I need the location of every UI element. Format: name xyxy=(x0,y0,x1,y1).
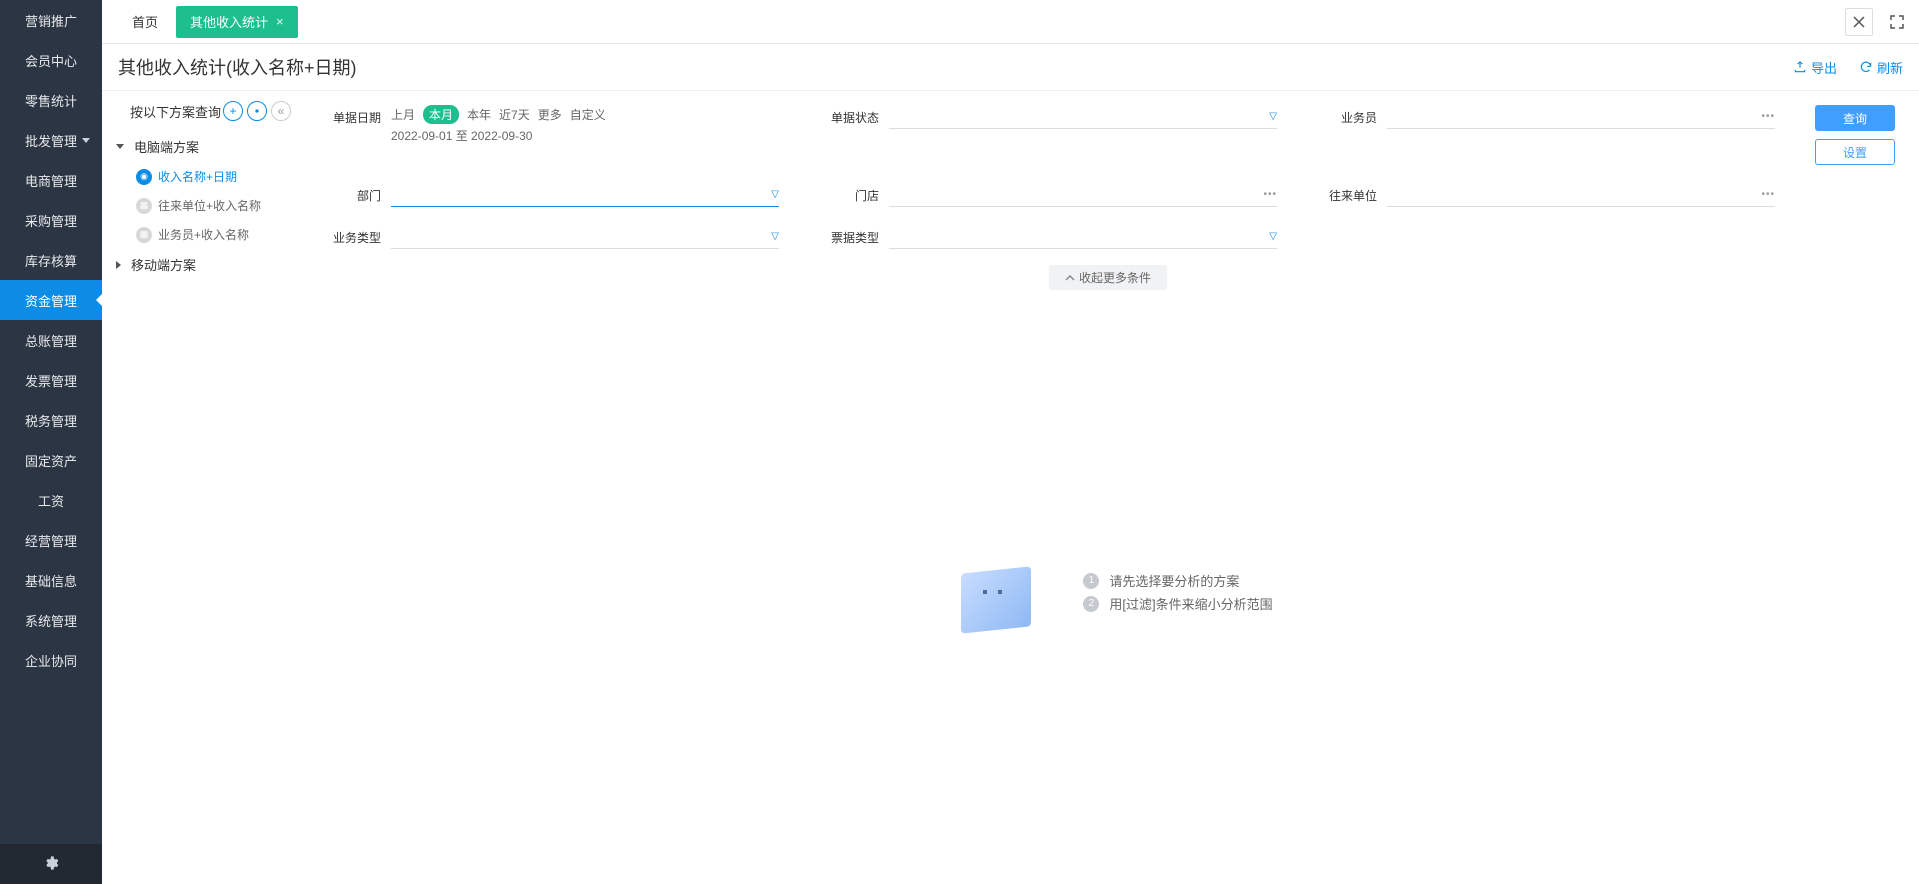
date-tag[interactable]: 近7天 xyxy=(499,106,530,123)
scheme-group[interactable]: 电脑端方案 xyxy=(112,131,291,162)
store-picker[interactable]: ••• xyxy=(889,183,1277,207)
sidebar-item-assets[interactable]: 固定资产 xyxy=(0,440,102,480)
sidebar-item-tax[interactable]: 税务管理 xyxy=(0,400,102,440)
empty-illustration xyxy=(943,542,1053,642)
export-icon xyxy=(1793,60,1807,74)
scheme-item[interactable]: ▦往来单位+收入名称 xyxy=(112,191,291,220)
page-header: 其他收入统计(收入名称+日期) 导出 刷新 xyxy=(102,44,1919,90)
search-button[interactable]: 查询 xyxy=(1815,105,1895,131)
export-button[interactable]: 导出 xyxy=(1793,58,1837,77)
salesman-picker[interactable]: ••• xyxy=(1387,105,1775,129)
tab-home[interactable]: 首页 xyxy=(118,6,172,38)
date-tag[interactable]: 更多 xyxy=(538,106,562,123)
chevron-up-icon xyxy=(1065,273,1075,283)
sidebar-item-funds[interactable]: 资金管理 xyxy=(0,280,102,320)
chevron-down-icon: ▽ xyxy=(1269,231,1277,242)
filter-bill-date: 单据日期 上月本月本年近7天更多自定义 2022-09-01 至 2022-09… xyxy=(321,105,779,144)
empty-step-1: 1 请先选择要分析的方案 xyxy=(1083,571,1272,590)
filter-bill-status: 单据状态 ▽ xyxy=(819,105,1277,129)
scheme-group[interactable]: 移动端方案 xyxy=(112,249,291,280)
empty-state: 1 请先选择要分析的方案 2 用[过滤]条件来缩小分析范围 xyxy=(297,300,1919,884)
scheme-panel: 按以下方案查询 + « 电脑端方案◉收入名称+日期▦往来单位+收入名称▦业务员+… xyxy=(102,90,297,884)
main: 首页 其他收入统计 × 其他收入统计(收入名称+日期) 导出 xyxy=(102,0,1919,884)
collapse-filters-button[interactable]: 收起更多条件 xyxy=(1049,265,1167,290)
tabbar: 首页 其他收入统计 × xyxy=(102,0,1919,44)
date-tag[interactable]: 本年 xyxy=(467,106,491,123)
bill-status-select[interactable]: ▽ xyxy=(889,105,1277,129)
scheme-item-icon: ▦ xyxy=(136,198,152,214)
date-tag[interactable]: 本月 xyxy=(423,105,459,124)
scheme-item[interactable]: ◉收入名称+日期 xyxy=(112,162,291,191)
tab-close-icon[interactable]: × xyxy=(276,15,284,28)
gear-icon xyxy=(252,106,262,116)
scheme-settings-button[interactable] xyxy=(247,101,267,121)
empty-step-2: 2 用[过滤]条件来缩小分析范围 xyxy=(1083,594,1272,613)
filters-area: 单据日期 上月本月本年近7天更多自定义 2022-09-01 至 2022-09… xyxy=(297,90,1919,884)
scheme-collapse-button[interactable]: « xyxy=(271,101,291,121)
tab-active[interactable]: 其他收入统计 × xyxy=(176,6,298,38)
date-tag[interactable]: 自定义 xyxy=(570,106,606,123)
sidebar-item-salary[interactable]: 工资 xyxy=(0,480,102,520)
filter-store: 门店 ••• xyxy=(819,183,1277,207)
tab-active-label: 其他收入统计 xyxy=(190,12,268,31)
scheme-item[interactable]: ▦业务员+收入名称 xyxy=(112,220,291,249)
sidebar-item-retail-stats[interactable]: 零售统计 xyxy=(0,80,102,120)
date-range-text: 2022-09-01 至 2022-09-30 xyxy=(391,127,779,144)
sidebar-item-inventory[interactable]: 库存核算 xyxy=(0,240,102,280)
scheme-item-icon: ◉ xyxy=(136,169,152,185)
receipt-type-select[interactable]: ▽ xyxy=(889,225,1277,249)
sidebar-item-marketing[interactable]: 营销推广 xyxy=(0,0,102,40)
filter-partner: 往来单位 ••• xyxy=(1317,183,1775,207)
chevron-down-icon: ▽ xyxy=(771,231,779,242)
close-icon xyxy=(1853,16,1865,28)
refresh-icon xyxy=(1859,60,1873,74)
date-tag[interactable]: 上月 xyxy=(391,106,415,123)
sidebar-item-ecommerce[interactable]: 电商管理 xyxy=(0,160,102,200)
gear-icon xyxy=(43,855,59,874)
page-title: 其他收入统计(收入名称+日期) xyxy=(118,54,357,80)
sidebar: 营销推广会员中心零售统计批发管理电商管理采购管理库存核算资金管理总账管理发票管理… xyxy=(0,0,102,884)
more-icon: ••• xyxy=(1761,189,1775,200)
department-select[interactable]: ▽ xyxy=(391,183,779,207)
sidebar-item-operation[interactable]: 经营管理 xyxy=(0,520,102,560)
more-icon: ••• xyxy=(1761,111,1775,122)
more-icon: ••• xyxy=(1263,189,1277,200)
sidebar-item-base-info[interactable]: 基础信息 xyxy=(0,560,102,600)
sidebar-item-ledger[interactable]: 总账管理 xyxy=(0,320,102,360)
partner-picker[interactable]: ••• xyxy=(1387,183,1775,207)
chevron-down-icon xyxy=(116,144,124,149)
chevron-down-icon: ▽ xyxy=(771,189,779,200)
sidebar-item-invoice[interactable]: 发票管理 xyxy=(0,360,102,400)
chevron-right-icon xyxy=(116,261,121,269)
filter-department: 部门 ▽ xyxy=(321,183,779,207)
scheme-add-button[interactable]: + xyxy=(223,101,243,121)
filter-biz-type: 业务类型 ▽ xyxy=(321,225,779,249)
scheme-item-icon: ▦ xyxy=(136,227,152,243)
sidebar-item-member[interactable]: 会员中心 xyxy=(0,40,102,80)
sidebar-settings[interactable] xyxy=(0,844,102,884)
sidebar-item-collab[interactable]: 企业协同 xyxy=(0,640,102,680)
sidebar-item-wholesale[interactable]: 批发管理 xyxy=(0,120,102,160)
fullscreen-icon xyxy=(1890,15,1904,29)
filter-salesman: 业务员 ••• xyxy=(1317,105,1775,129)
chevron-down-icon: ▽ xyxy=(1269,111,1277,122)
fullscreen-button[interactable] xyxy=(1883,8,1911,36)
settings-button[interactable]: 设置 xyxy=(1815,139,1895,165)
filter-receipt-type: 票据类型 ▽ xyxy=(819,225,1277,249)
scheme-title: 按以下方案查询 xyxy=(130,102,221,121)
refresh-button[interactable]: 刷新 xyxy=(1859,58,1903,77)
biz-type-select[interactable]: ▽ xyxy=(391,225,779,249)
sidebar-item-purchase[interactable]: 采购管理 xyxy=(0,200,102,240)
close-panel-button[interactable] xyxy=(1845,8,1873,36)
sidebar-item-system[interactable]: 系统管理 xyxy=(0,600,102,640)
